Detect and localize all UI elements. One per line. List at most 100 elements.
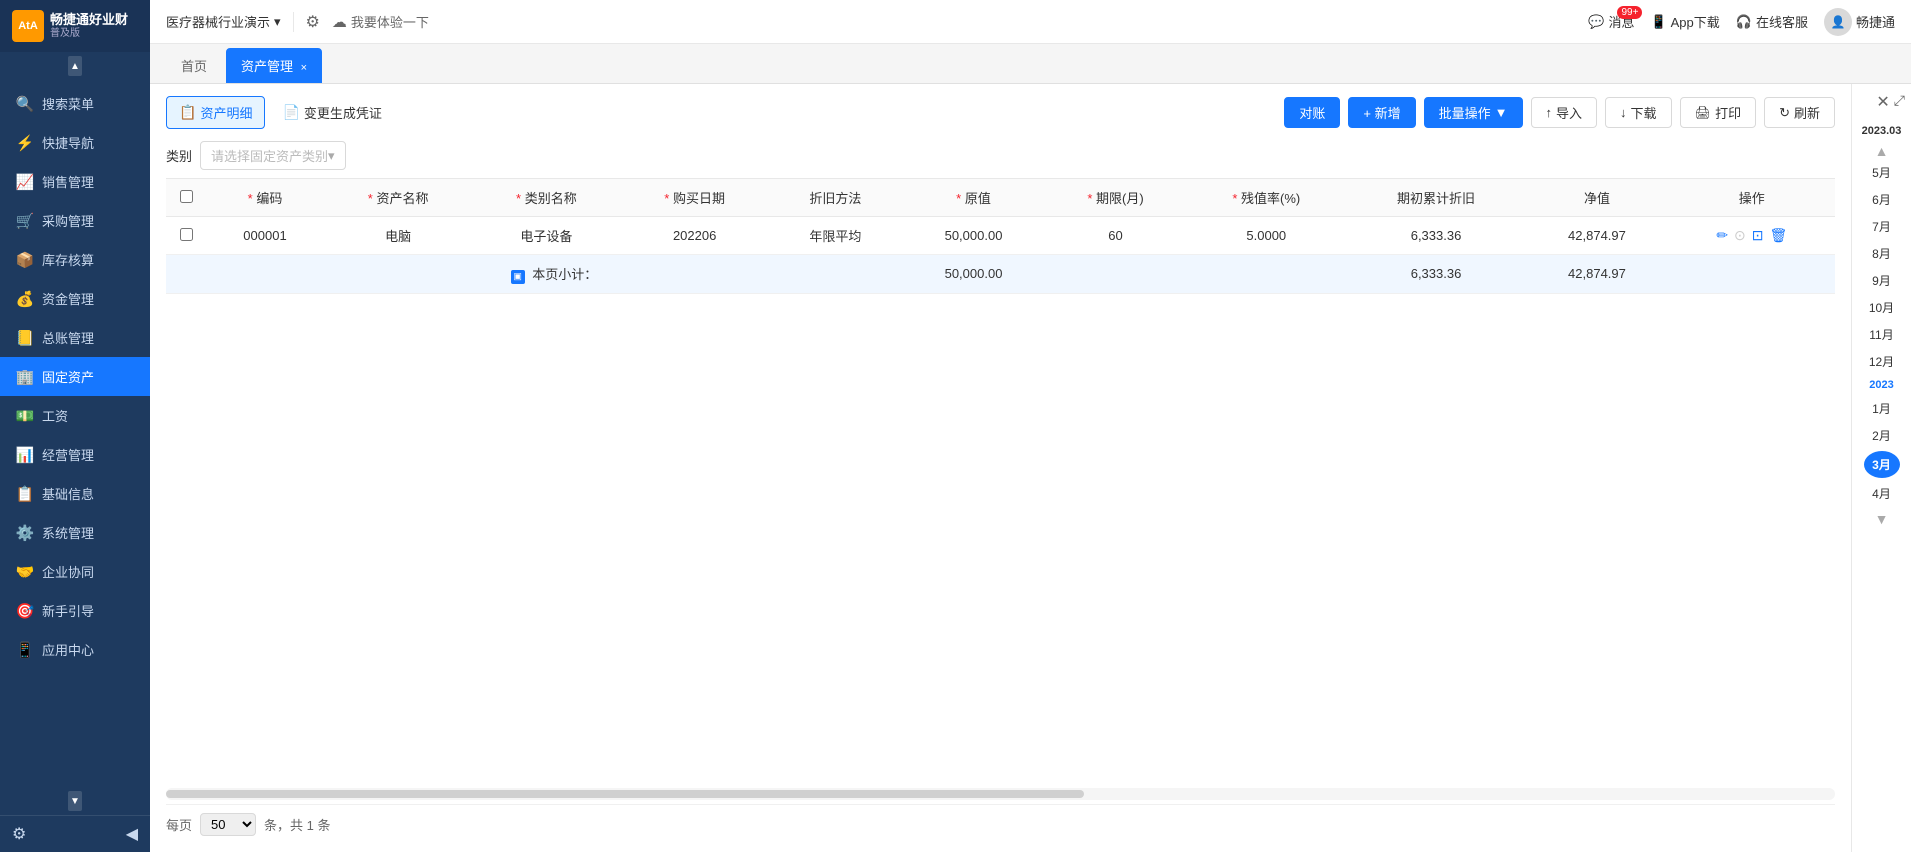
sidebar-item-label: 工资 — [42, 406, 68, 425]
sidebar-item-basic-info[interactable]: 📋 基础信息 — [0, 474, 150, 513]
collab-icon: 🤝 — [16, 563, 34, 581]
logo-icon: AtA — [12, 10, 44, 42]
select-all-checkbox[interactable] — [180, 190, 193, 203]
sidebar-item-label: 应用中心 — [42, 640, 94, 659]
user-area[interactable]: 👤 畅捷通 — [1824, 8, 1895, 36]
online-service-button[interactable]: 🎧 在线客服 — [1736, 12, 1808, 31]
sidebar-item-app-center[interactable]: 📱 应用中心 — [0, 630, 150, 669]
settings-icon[interactable]: ⚙ — [12, 824, 26, 844]
month-item-8[interactable]: 8月 — [1860, 240, 1904, 267]
sidebar-item-label: 资金管理 — [42, 289, 94, 308]
month-item-2[interactable]: 2月 — [1860, 422, 1904, 449]
edit-icon[interactable]: ✏ — [1716, 227, 1728, 244]
month-item-1[interactable]: 1月 — [1860, 395, 1904, 422]
header-checkbox-cell — [166, 179, 206, 217]
row-code: 000001 — [206, 217, 324, 255]
import-icon: ↑ — [1546, 105, 1553, 120]
filter-label: 类别 — [166, 146, 192, 165]
topbar-right: 💬 消息 99+ 📱 App下载 🎧 在线客服 👤 畅捷通 — [1588, 8, 1895, 36]
sidebar-item-guide[interactable]: 🎯 新手引导 — [0, 591, 150, 630]
sidebar-item-funds[interactable]: 💰 资金管理 — [0, 279, 150, 318]
panel-scroll-up-icon[interactable]: ▲ — [1875, 143, 1889, 159]
category-filter[interactable]: 请选择固定资产类别 ▾ — [200, 141, 346, 170]
sidebar-item-salary[interactable]: 💵 工资 — [0, 396, 150, 435]
print-button[interactable]: 🖨 打印 — [1680, 97, 1757, 128]
month-item-3-active[interactable]: 3月 — [1864, 451, 1900, 478]
panel-year-display: 2023.03 — [1862, 125, 1902, 137]
subtotal-row: ▣ 本页小计： 50,000.00 6,333.36 42,874.97 — [166, 255, 1835, 294]
subtab-asset-label: 资产明细 — [200, 103, 252, 122]
sidebar-scroll-down[interactable]: ▼ — [68, 791, 82, 811]
collapse-icon[interactable]: ◀ — [126, 824, 138, 844]
month-item-6[interactable]: 6月 — [1860, 186, 1904, 213]
sidebar-item-search[interactable]: 🔍 搜索菜单 — [0, 84, 150, 123]
month-item-11[interactable]: 11月 — [1860, 321, 1904, 348]
search-icon: 🔍 — [16, 95, 34, 113]
per-page-label: 每页 — [166, 815, 192, 834]
new-label: + 新增 — [1363, 103, 1400, 122]
tab-home[interactable]: 首页 — [166, 48, 222, 83]
delete-icon[interactable]: 🗑 — [1770, 227, 1788, 244]
tab-asset-management[interactable]: 资产管理 × — [226, 48, 322, 83]
sidebar-scroll-up[interactable]: ▲ — [68, 56, 82, 76]
panel-expand-icon[interactable]: ⤢ — [1894, 92, 1905, 109]
content-area: 📋 资产明细 📄 变更生成凭证 对账 + 新增 批量操作 — [150, 84, 1911, 852]
import-button[interactable]: ↑ 导入 — [1531, 97, 1598, 128]
sidebar-item-label: 基础信息 — [42, 484, 94, 503]
topbar-divider — [293, 12, 294, 32]
sidebar: AtA 畅捷通好业财 普及版 ▲ 🔍 搜索菜单 ⚡ 快捷导航 📈 销售管理 🛒 … — [0, 0, 150, 852]
settings-gear-icon[interactable]: ⚙ — [306, 12, 320, 32]
month-item-5[interactable]: 5月 — [1860, 159, 1904, 186]
row-checkbox[interactable] — [180, 228, 193, 241]
sidebar-item-collab[interactable]: 🤝 企业协同 — [0, 552, 150, 591]
year-2023-label: 2023 — [1869, 375, 1893, 395]
inventory-icon: 📦 — [16, 251, 34, 269]
reconcile-button[interactable]: 对账 — [1284, 97, 1340, 128]
batch-button[interactable]: 批量操作 ▼ — [1424, 97, 1523, 128]
message-button[interactable]: 💬 消息 99+ — [1588, 12, 1634, 31]
duplicate-icon[interactable]: ⊡ — [1752, 227, 1764, 244]
download-button[interactable]: ↓ 下载 — [1605, 97, 1672, 128]
copy-icon[interactable]: ⊙ — [1734, 227, 1746, 244]
fixed-assets-icon: 🏢 — [16, 368, 34, 386]
refresh-button[interactable]: ↻ 刷新 — [1764, 97, 1835, 128]
sidebar-item-sales[interactable]: 📈 销售管理 — [0, 162, 150, 201]
sidebar-item-purchase[interactable]: 🛒 采购管理 — [0, 201, 150, 240]
sidebar-item-label: 采购管理 — [42, 211, 94, 230]
app-download-label: App下载 — [1671, 12, 1720, 31]
month-item-12[interactable]: 12月 — [1860, 348, 1904, 375]
sidebar-item-ledger[interactable]: 📒 总账管理 — [0, 318, 150, 357]
month-item-9[interactable]: 9月 — [1860, 267, 1904, 294]
sidebar-item-system[interactable]: ⚙️ 系统管理 — [0, 513, 150, 552]
table-scrollbar[interactable] — [166, 788, 1835, 800]
sidebar-item-fixed-assets[interactable]: 🏢 固定资产 — [0, 357, 150, 396]
sidebar-item-quicknav[interactable]: ⚡ 快捷导航 — [0, 123, 150, 162]
per-page-select[interactable]: 10 20 50 100 — [200, 813, 256, 836]
header-period: 期限(月) — [1045, 179, 1186, 217]
sidebar-item-inventory[interactable]: 📦 库存核算 — [0, 240, 150, 279]
tab-close-icon[interactable]: × — [301, 62, 307, 74]
trial-area[interactable]: ☁ 我要体验一下 — [332, 12, 429, 31]
company-selector[interactable]: 医疗器械行业演示 ▾ — [166, 12, 281, 31]
app-edition: 普及版 — [50, 28, 128, 40]
month-item-10[interactable]: 10月 — [1860, 294, 1904, 321]
quicknav-icon: ⚡ — [16, 134, 34, 152]
pagination: 每页 10 20 50 100 条，共 1 条 — [166, 804, 1835, 840]
month-item-4[interactable]: 4月 — [1860, 480, 1904, 507]
headset-icon: 🎧 — [1736, 14, 1752, 30]
panel-scroll-down-icon[interactable]: ▼ — [1875, 511, 1889, 527]
tabbar: 首页 资产管理 × — [150, 44, 1911, 84]
panel-close-icon[interactable]: ✕ — [1876, 92, 1889, 121]
header-name: 资产名称 — [324, 179, 472, 217]
right-panel: ✕ ⤢ 2023.03 ▲ 5月 6月 7月 8月 9月 10月 11月 12月… — [1851, 84, 1911, 852]
subtab-asset-detail[interactable]: 📋 资产明细 — [166, 96, 265, 129]
new-button[interactable]: + 新增 — [1348, 97, 1415, 128]
sidebar-item-label: 系统管理 — [42, 523, 94, 542]
app-download-button[interactable]: 📱 App下载 — [1650, 12, 1719, 31]
subtab-voucher[interactable]: 📄 变更生成凭证 — [269, 96, 394, 129]
cloud-icon: ☁ — [332, 13, 347, 31]
sidebar-item-management[interactable]: 📊 经营管理 — [0, 435, 150, 474]
sidebar-item-label: 新手引导 — [42, 601, 94, 620]
month-item-7[interactable]: 7月 — [1860, 213, 1904, 240]
avatar: 👤 — [1824, 8, 1852, 36]
